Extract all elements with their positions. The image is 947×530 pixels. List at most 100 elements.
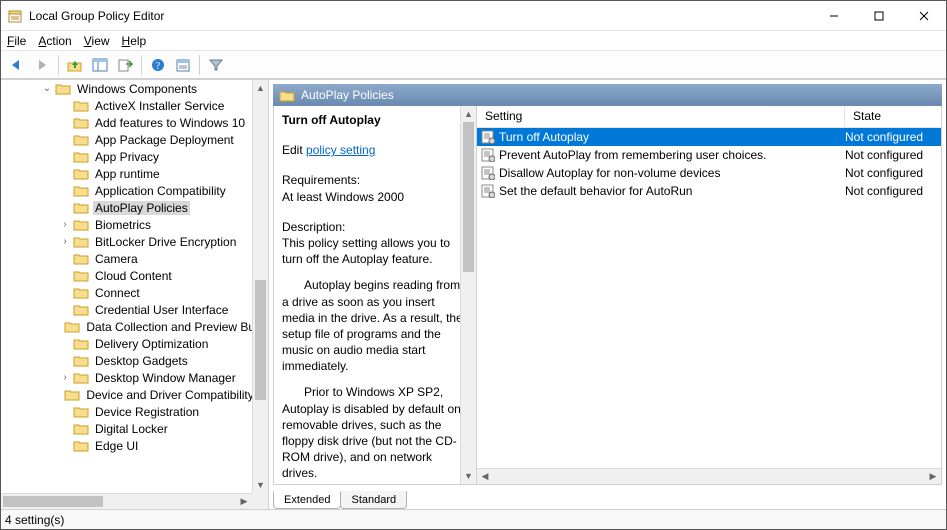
tree-item-label: Digital Locker	[93, 422, 170, 436]
settings-row[interactable]: Prevent AutoPlay from remembering user c…	[477, 146, 941, 164]
tree-scrollbar-horizontal[interactable]: ◀ ▶	[1, 493, 252, 509]
close-button[interactable]	[901, 1, 946, 31]
expand-toggle-placeholder: ·	[59, 134, 71, 145]
help-icon: ?	[150, 58, 166, 72]
folder-icon	[73, 269, 89, 282]
tree-item[interactable]: · Edge UI	[1, 437, 252, 454]
folder-icon	[73, 439, 89, 452]
tree-item[interactable]: ·Data Collection and Preview Builds	[1, 318, 252, 335]
folder-icon	[73, 184, 89, 197]
expand-toggle-icon[interactable]: ⌄	[41, 83, 53, 94]
status-text: 4 setting(s)	[5, 513, 64, 527]
scroll-corner	[252, 493, 268, 509]
list-rows[interactable]: Turn off AutoplayNot configured Prevent A…	[477, 128, 941, 484]
tree-item[interactable]: ·App Privacy	[1, 148, 252, 165]
show-hide-tree-button[interactable]	[88, 54, 112, 76]
scroll-up-icon[interactable]: ▲	[253, 80, 268, 96]
scroll-down-icon[interactable]: ▼	[461, 468, 476, 484]
tree-item[interactable]: · App Package Deployment	[1, 131, 252, 148]
forward-arrow-icon	[34, 58, 50, 72]
settings-row-name: Prevent AutoPlay from remembering user c…	[499, 148, 845, 162]
requirements-label: Requirements:	[282, 172, 468, 188]
tree-item[interactable]: ·Application Compatibility	[1, 182, 252, 199]
description-p3: Prior to Windows XP SP2, Autoplay is dis…	[282, 384, 468, 481]
list-scrollbar-horizontal[interactable]: ◀ ▶	[477, 468, 941, 484]
column-header-state[interactable]: State	[845, 106, 941, 127]
scrollbar-thumb[interactable]	[3, 496, 103, 507]
app-icon	[7, 8, 23, 24]
tree-item-label: ActiveX Installer Service	[93, 99, 226, 113]
tree-item[interactable]: ·Device Registration	[1, 403, 252, 420]
scroll-right-icon[interactable]: ▶	[236, 494, 252, 509]
tree-item-windows-components[interactable]: ⌄ Windows Components	[1, 80, 252, 97]
filter-button[interactable]	[204, 54, 228, 76]
menu-action[interactable]: Action	[38, 34, 71, 48]
expand-toggle-icon[interactable]: ›	[59, 219, 71, 230]
scroll-right-icon[interactable]: ▶	[925, 469, 941, 484]
expand-toggle-icon[interactable]: ›	[59, 236, 71, 247]
tree-item[interactable]: ·Camera	[1, 250, 252, 267]
scrollbar-thumb[interactable]	[463, 122, 474, 272]
expand-toggle-placeholder: ·	[59, 304, 71, 315]
tree-item-label: Cloud Content	[93, 269, 174, 283]
tree-item[interactable]: ·Add features to Windows 10	[1, 114, 252, 131]
menu-file[interactable]: File	[7, 34, 26, 48]
settings-row[interactable]: Turn off AutoplayNot configured	[477, 128, 941, 146]
menu-view[interactable]: View	[84, 34, 110, 48]
tree-item-label: App Package Deployment	[93, 133, 236, 147]
tree-item[interactable]: ›BitLocker Drive Encryption	[1, 233, 252, 250]
help-button[interactable]: ?	[146, 54, 170, 76]
tree-item[interactable]: ·Desktop Gadgets	[1, 352, 252, 369]
pane-layout-icon	[92, 58, 108, 72]
tree-item[interactable]: ·Device and Driver Compatibility	[1, 386, 252, 403]
tree-item[interactable]: ·Cloud Content	[1, 267, 252, 284]
settings-row-name: Set the default behavior for AutoRun	[499, 184, 845, 198]
tree-item[interactable]: · Digital Locker	[1, 420, 252, 437]
edit-policy-link[interactable]: policy setting	[306, 143, 375, 157]
tree-item[interactable]: ·AutoPlay Policies	[1, 199, 252, 216]
description-label: Description:	[282, 219, 468, 235]
selected-setting-title: Turn off Autoplay	[282, 113, 381, 127]
up-level-button[interactable]	[63, 54, 87, 76]
scrollbar-thumb[interactable]	[255, 280, 266, 400]
filter-icon	[208, 58, 224, 72]
expand-toggle-placeholder: ·	[59, 100, 71, 111]
scroll-left-icon[interactable]: ◀	[477, 469, 493, 484]
settings-row[interactable]: Disallow Autoplay for non-volume devices…	[477, 164, 941, 182]
maximize-button[interactable]	[856, 1, 901, 31]
description-scrollbar-vertical[interactable]: ▲ ▼	[460, 106, 476, 484]
expand-toggle-placeholder: ·	[59, 440, 71, 451]
tree-item[interactable]: ›Desktop Window Manager	[1, 369, 252, 386]
tree-scrollbar-vertical[interactable]: ▲ ▼	[252, 80, 268, 493]
tree-item[interactable]: · ActiveX Installer Service	[1, 97, 252, 114]
minimize-button[interactable]	[811, 1, 856, 31]
folder-icon	[73, 337, 89, 350]
expand-toggle-placeholder: ·	[59, 423, 71, 434]
expand-toggle-icon[interactable]: ›	[59, 372, 71, 383]
tree-item[interactable]: ·Connect	[1, 284, 252, 301]
expand-toggle-placeholder: ·	[59, 151, 71, 162]
tree-item[interactable]: ·Credential User Interface	[1, 301, 252, 318]
tab-extended[interactable]: Extended	[273, 491, 341, 509]
column-header-setting[interactable]: Setting	[477, 106, 845, 127]
tree-item[interactable]: ·Delivery Optimization	[1, 335, 252, 352]
back-button[interactable]	[5, 54, 29, 76]
tree-view[interactable]: ⌄ Windows Components · ActiveX Installer …	[1, 80, 268, 509]
menu-help[interactable]: Help	[122, 34, 147, 48]
properties-button[interactable]	[171, 54, 195, 76]
toolbar: ?	[1, 51, 946, 79]
settings-row[interactable]: Set the default behavior for AutoRunNot …	[477, 182, 941, 200]
tree-item-label: Desktop Gadgets	[93, 354, 190, 368]
folder-icon	[73, 371, 89, 384]
policy-setting-icon	[481, 166, 495, 180]
tab-standard[interactable]: Standard	[340, 491, 407, 509]
forward-button[interactable]	[30, 54, 54, 76]
tree-item[interactable]: › Biometrics	[1, 216, 252, 233]
scroll-up-icon[interactable]: ▲	[461, 106, 476, 122]
tree-item[interactable]: ·App runtime	[1, 165, 252, 182]
folder-icon	[73, 133, 89, 146]
export-list-button[interactable]	[113, 54, 137, 76]
tree-item-label: Biometrics	[93, 218, 153, 232]
scroll-down-icon[interactable]: ▼	[253, 477, 268, 493]
tree-item-label: Edge UI	[93, 439, 140, 453]
